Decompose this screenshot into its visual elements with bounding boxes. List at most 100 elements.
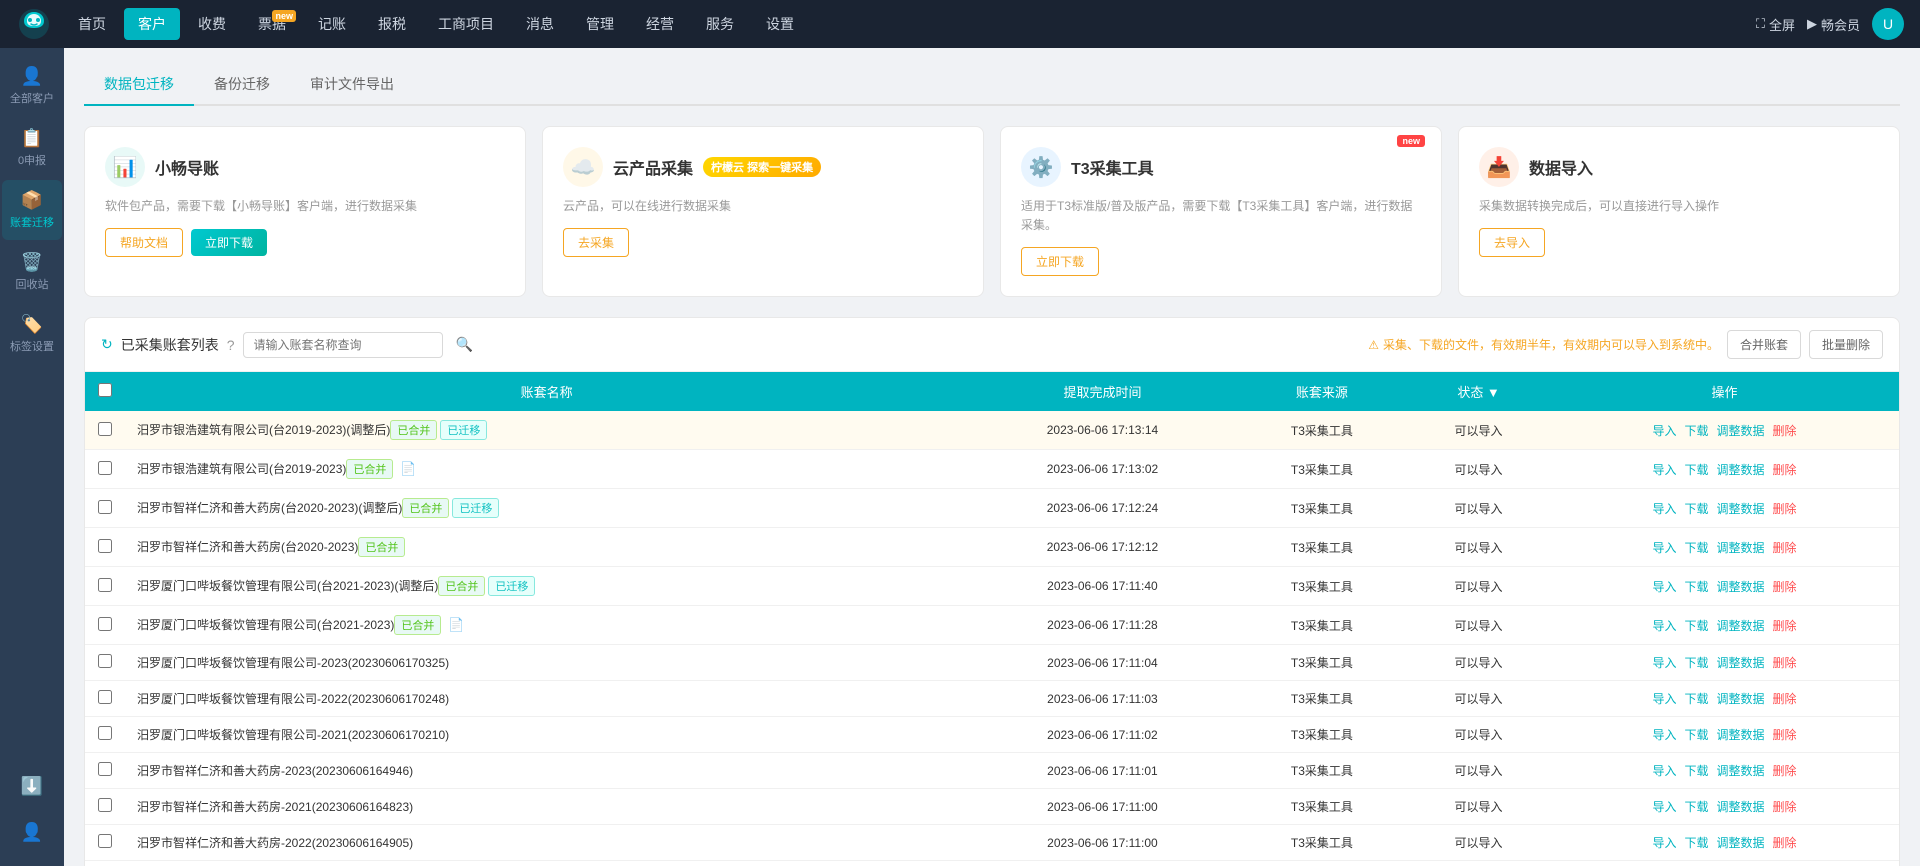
sidebar-item-download[interactable]: ⬇️ bbox=[2, 766, 62, 810]
action-导入[interactable]: 导入 bbox=[1652, 800, 1676, 814]
action-调整数据[interactable]: 调整数据 bbox=[1716, 800, 1764, 814]
action-导入[interactable]: 导入 bbox=[1652, 502, 1676, 516]
action-下载[interactable]: 下载 bbox=[1684, 424, 1708, 438]
nav-manage[interactable]: 管理 bbox=[572, 8, 628, 40]
tab-audit-export[interactable]: 审计文件导出 bbox=[290, 64, 414, 106]
action-调整数据[interactable]: 调整数据 bbox=[1716, 728, 1764, 742]
tag-icon: 🏷️ bbox=[21, 314, 43, 335]
sidebar-item-tag[interactable]: 🏷️ 标签设置 bbox=[2, 304, 62, 364]
tab-backup-migrate[interactable]: 备份迁移 bbox=[194, 64, 290, 106]
row-checkbox[interactable] bbox=[98, 654, 112, 668]
action-下载[interactable]: 下载 bbox=[1684, 502, 1708, 516]
sidebar-item-zero-declare[interactable]: 📋 0申报 bbox=[2, 118, 62, 178]
xiaochang-download-btn[interactable]: 立即下载 bbox=[191, 229, 267, 256]
row-checkbox[interactable] bbox=[98, 500, 112, 514]
action-调整数据[interactable]: 调整数据 bbox=[1716, 502, 1764, 516]
nav-home[interactable]: 首页 bbox=[64, 8, 120, 40]
action-删除[interactable]: 删除 bbox=[1772, 502, 1796, 516]
select-all-checkbox[interactable] bbox=[98, 383, 112, 397]
action-下载[interactable]: 下载 bbox=[1684, 656, 1708, 670]
action-删除[interactable]: 删除 bbox=[1772, 764, 1796, 778]
row-checkbox[interactable] bbox=[98, 690, 112, 704]
row-actions: 导入下载调整数据删除 bbox=[1550, 717, 1899, 753]
refresh-icon[interactable]: ↻ bbox=[101, 336, 113, 353]
action-导入[interactable]: 导入 bbox=[1652, 541, 1676, 555]
import-go-btn[interactable]: 去导入 bbox=[1479, 228, 1545, 257]
action-调整数据[interactable]: 调整数据 bbox=[1716, 764, 1764, 778]
action-删除[interactable]: 删除 bbox=[1772, 800, 1796, 814]
cards-row: 📊 小畅导账 软件包产品，需要下载【小畅导账】客户端，进行数据采集 帮助文档 立… bbox=[84, 126, 1900, 297]
nav-operation[interactable]: 经营 bbox=[632, 8, 688, 40]
row-checkbox[interactable] bbox=[98, 834, 112, 848]
action-删除[interactable]: 删除 bbox=[1772, 656, 1796, 670]
search-button[interactable]: 🔍 bbox=[451, 331, 478, 358]
action-调整数据[interactable]: 调整数据 bbox=[1716, 656, 1764, 670]
action-删除[interactable]: 删除 bbox=[1772, 619, 1796, 633]
nav-bookkeeping[interactable]: 记账 bbox=[304, 8, 360, 40]
action-下载[interactable]: 下载 bbox=[1684, 800, 1708, 814]
row-checkbox[interactable] bbox=[98, 578, 112, 592]
action-下载[interactable]: 下载 bbox=[1684, 619, 1708, 633]
action-导入[interactable]: 导入 bbox=[1652, 656, 1676, 670]
nav-fee[interactable]: 收费 bbox=[184, 8, 240, 40]
action-下载[interactable]: 下载 bbox=[1684, 463, 1708, 477]
nav-service[interactable]: 服务 bbox=[692, 8, 748, 40]
row-checkbox[interactable] bbox=[98, 539, 112, 553]
action-调整数据[interactable]: 调整数据 bbox=[1716, 619, 1764, 633]
xiaochang-help-btn[interactable]: 帮助文档 bbox=[105, 228, 183, 257]
member-btn[interactable]: ▶ 畅会员 bbox=[1807, 15, 1860, 34]
action-删除[interactable]: 删除 bbox=[1772, 728, 1796, 742]
action-导入[interactable]: 导入 bbox=[1652, 836, 1676, 850]
t3-download-btn[interactable]: 立即下载 bbox=[1021, 247, 1099, 276]
action-删除[interactable]: 删除 bbox=[1772, 692, 1796, 706]
action-导入[interactable]: 导入 bbox=[1652, 764, 1676, 778]
action-导入[interactable]: 导入 bbox=[1652, 463, 1676, 477]
action-下载[interactable]: 下载 bbox=[1684, 541, 1708, 555]
action-导入[interactable]: 导入 bbox=[1652, 728, 1676, 742]
action-调整数据[interactable]: 调整数据 bbox=[1716, 692, 1764, 706]
action-调整数据[interactable]: 调整数据 bbox=[1716, 836, 1764, 850]
row-checkbox[interactable] bbox=[98, 422, 112, 436]
action-导入[interactable]: 导入 bbox=[1652, 580, 1676, 594]
row-checkbox[interactable] bbox=[98, 461, 112, 475]
action-删除[interactable]: 删除 bbox=[1772, 463, 1796, 477]
help-icon[interactable]: ? bbox=[227, 337, 235, 353]
action-调整数据[interactable]: 调整数据 bbox=[1716, 580, 1764, 594]
nav-tax[interactable]: 报税 bbox=[364, 8, 420, 40]
row-checkbox[interactable] bbox=[98, 762, 112, 776]
action-删除[interactable]: 删除 bbox=[1772, 580, 1796, 594]
nav-settings[interactable]: 设置 bbox=[752, 8, 808, 40]
user-avatar[interactable]: U bbox=[1872, 8, 1904, 40]
action-调整数据[interactable]: 调整数据 bbox=[1716, 541, 1764, 555]
action-删除[interactable]: 删除 bbox=[1772, 424, 1796, 438]
action-下载[interactable]: 下载 bbox=[1684, 764, 1708, 778]
action-下载[interactable]: 下载 bbox=[1684, 692, 1708, 706]
nav-invoice[interactable]: 票据 new bbox=[244, 8, 300, 40]
nav-message[interactable]: 消息 bbox=[512, 8, 568, 40]
fullscreen-btn[interactable]: ⛶ 全屏 bbox=[1756, 15, 1795, 34]
action-下载[interactable]: 下载 bbox=[1684, 836, 1708, 850]
action-下载[interactable]: 下载 bbox=[1684, 728, 1708, 742]
action-下载[interactable]: 下载 bbox=[1684, 580, 1708, 594]
sidebar-item-all-clients[interactable]: 👤 全部客户 bbox=[2, 56, 62, 116]
action-删除[interactable]: 删除 bbox=[1772, 836, 1796, 850]
sidebar-item-migrate[interactable]: 📦 账套迁移 bbox=[2, 180, 62, 240]
batch-del-btn[interactable]: 批量删除 bbox=[1809, 330, 1883, 359]
merge-btn[interactable]: 合并账套 bbox=[1727, 330, 1801, 359]
action-导入[interactable]: 导入 bbox=[1652, 424, 1676, 438]
search-input[interactable] bbox=[243, 332, 443, 358]
row-checkbox[interactable] bbox=[98, 798, 112, 812]
action-删除[interactable]: 删除 bbox=[1772, 541, 1796, 555]
tab-data-migrate[interactable]: 数据包迁移 bbox=[84, 64, 194, 106]
row-checkbox[interactable] bbox=[98, 617, 112, 631]
action-导入[interactable]: 导入 bbox=[1652, 619, 1676, 633]
sidebar-item-recycle[interactable]: 🗑️ 回收站 bbox=[2, 242, 62, 302]
cloud-collect-btn[interactable]: 去采集 bbox=[563, 228, 629, 257]
action-调整数据[interactable]: 调整数据 bbox=[1716, 463, 1764, 477]
row-checkbox[interactable] bbox=[98, 726, 112, 740]
action-调整数据[interactable]: 调整数据 bbox=[1716, 424, 1764, 438]
nav-client[interactable]: 客户 bbox=[124, 8, 180, 40]
nav-business[interactable]: 工商项目 bbox=[424, 8, 508, 40]
action-导入[interactable]: 导入 bbox=[1652, 692, 1676, 706]
sidebar-item-user[interactable]: 👤 bbox=[2, 812, 62, 856]
